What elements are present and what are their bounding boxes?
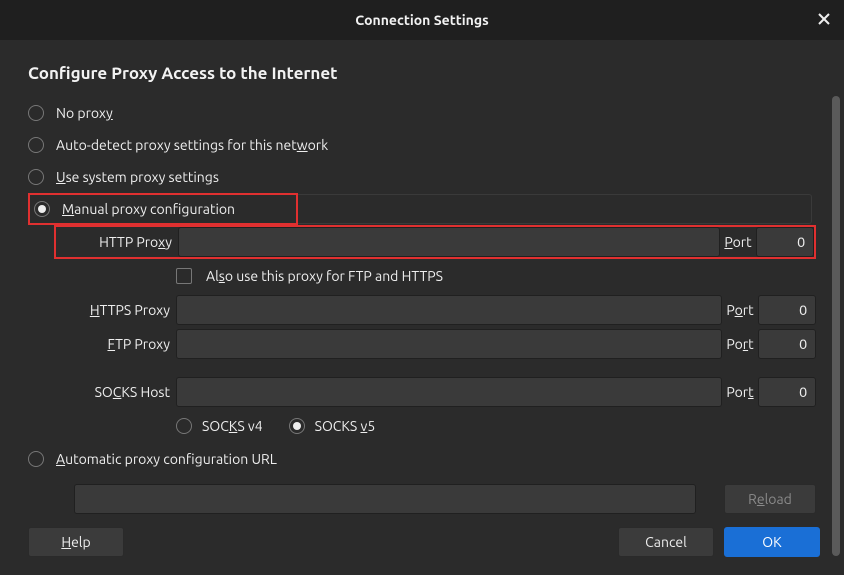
socks-port-input[interactable] [758,377,816,407]
http-proxy-row: HTTP Proxy Port [54,225,816,259]
radio-socks4-label: SOCKS v4 [202,418,263,434]
radio-system-row[interactable]: Use system proxy settings [28,161,816,193]
http-proxy-host-input[interactable] [178,227,720,257]
radio-manual-label: Manual proxy configuration [62,201,235,217]
scrollbar-thumb[interactable] [832,96,840,556]
ok-button[interactable]: OK [724,527,820,557]
ftp-proxy-port-label: Port [722,336,758,352]
reload-button[interactable]: Reload [724,484,816,514]
https-proxy-label: HTTPS Proxy [54,302,176,318]
pac-url-input[interactable] [74,484,696,514]
http-proxy-port-input[interactable] [756,227,814,257]
radio-system-label: Use system proxy settings [56,169,219,185]
ftp-proxy-label: FTP Proxy [54,336,176,352]
radio-manual-row[interactable]: Manual proxy configuration [28,193,298,225]
radio-auto-detect-label: Auto-detect proxy settings for this netw… [56,137,328,153]
help-button[interactable]: Help [28,527,124,557]
ftp-proxy-port-input[interactable] [758,329,816,359]
http-proxy-port-label: Port [720,234,756,250]
socks-port-label: Port [722,384,758,400]
radio-auto-detect-row[interactable]: Auto-detect proxy settings for this netw… [28,129,816,161]
cancel-button[interactable]: Cancel [618,527,714,557]
radio-auto-detect[interactable] [28,137,44,153]
radio-socks4[interactable] [176,418,192,434]
scrollbar[interactable] [832,96,840,503]
pac-url-row: Reload [54,479,816,519]
also-use-checkbox[interactable] [176,268,192,284]
connection-settings-dialog: Connection Settings Configure Proxy Acce… [0,0,844,575]
dialog-footer: Help Cancel OK [28,527,820,557]
radio-no-proxy-label: No proxy [56,105,113,121]
ftp-proxy-row: FTP Proxy Port [54,327,816,361]
radio-system[interactable] [28,169,44,185]
section-heading: Configure Proxy Access to the Internet [28,64,816,83]
also-use-row[interactable]: Also use this proxy for FTP and HTTPS [176,259,816,293]
radio-pac-row[interactable]: Automatic proxy configuration URL [28,443,816,475]
https-proxy-row: HTTPS Proxy Port [54,293,816,327]
radio-socks5-label: SOCKS v5 [315,418,376,434]
https-proxy-port-label: Port [722,302,758,318]
titlebar: Connection Settings [0,0,844,40]
http-proxy-label: HTTP Proxy [56,234,178,250]
window-title: Connection Settings [355,12,488,28]
socks-host-label: SOCKS Host [54,384,176,400]
also-use-label: Also use this proxy for FTP and HTTPS [206,268,443,284]
https-proxy-host-input[interactable] [176,295,722,325]
radio-no-proxy[interactable] [28,105,44,121]
radio-pac-label: Automatic proxy configuration URL [56,451,277,467]
https-proxy-port-input[interactable] [758,295,816,325]
dialog-body: Configure Proxy Access to the Internet N… [0,40,844,575]
radio-manual[interactable] [34,201,50,217]
socks-version-row: SOCKS v4 SOCKS v5 [176,409,816,443]
socks-host-row: SOCKS Host Port [54,375,816,409]
socks-host-input[interactable] [176,377,722,407]
close-icon[interactable] [818,12,830,28]
ftp-proxy-host-input[interactable] [176,329,722,359]
radio-pac[interactable] [28,451,44,467]
radio-no-proxy-row[interactable]: No proxy [28,97,816,129]
radio-socks5[interactable] [289,418,305,434]
